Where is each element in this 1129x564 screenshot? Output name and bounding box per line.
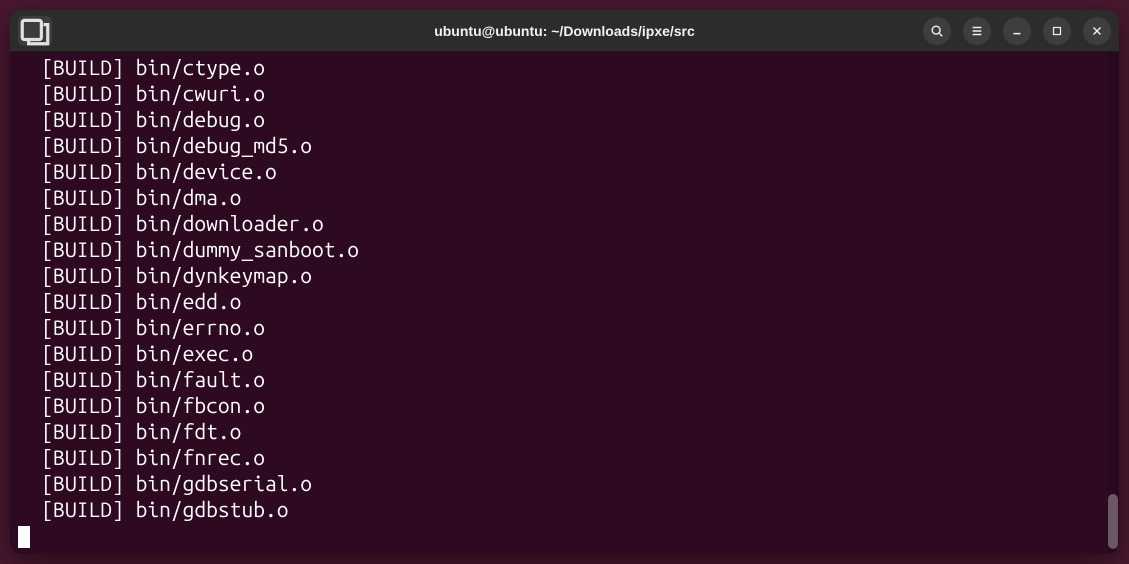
- terminal-line: [BUILD] bin/debug_md5.o: [18, 132, 1111, 158]
- terminal-window: ubuntu@ubuntu: ~/Downloads/ipxe/src: [10, 10, 1119, 554]
- terminal-line: [BUILD] bin/fnrec.o: [18, 444, 1111, 470]
- close-icon: [1090, 24, 1104, 38]
- menu-button[interactable]: [963, 17, 991, 45]
- cursor: [18, 526, 30, 548]
- terminal-line: [BUILD] bin/exec.o: [18, 340, 1111, 366]
- close-button[interactable]: [1083, 17, 1111, 45]
- terminal-line: [BUILD] bin/fdt.o: [18, 418, 1111, 444]
- search-icon: [930, 24, 944, 38]
- scrollbar-thumb[interactable]: [1108, 494, 1118, 549]
- maximize-icon: [1050, 24, 1064, 38]
- terminal-body[interactable]: [BUILD] bin/ctype.o [BUILD] bin/cwuri.o …: [10, 52, 1119, 554]
- new-tab-button[interactable]: [18, 16, 52, 46]
- terminal-line: [BUILD] bin/dynkeymap.o: [18, 262, 1111, 288]
- search-button[interactable]: [923, 17, 951, 45]
- terminal-line: [BUILD] bin/errno.o: [18, 314, 1111, 340]
- hamburger-icon: [970, 24, 984, 38]
- titlebar-controls: [923, 17, 1111, 45]
- titlebar: ubuntu@ubuntu: ~/Downloads/ipxe/src: [10, 10, 1119, 52]
- terminal-line: [BUILD] bin/gdbserial.o: [18, 470, 1111, 496]
- terminal-line: [BUILD] bin/dummy_sanboot.o: [18, 236, 1111, 262]
- terminal-line: [BUILD] bin/device.o: [18, 158, 1111, 184]
- terminal-line: [BUILD] bin/edd.o: [18, 288, 1111, 314]
- terminal-line: [BUILD] bin/fbcon.o: [18, 392, 1111, 418]
- terminal-line: [BUILD] bin/gdbstub.o: [18, 496, 1111, 522]
- terminal-line: [BUILD] bin/downloader.o: [18, 210, 1111, 236]
- terminal-line: [BUILD] bin/ctype.o: [18, 54, 1111, 80]
- terminal-line: [BUILD] bin/dma.o: [18, 184, 1111, 210]
- new-tab-icon: [18, 14, 52, 48]
- terminal-line: [BUILD] bin/fault.o: [18, 366, 1111, 392]
- scrollbar-track[interactable]: [1107, 52, 1119, 554]
- terminal-cursor-line: [18, 522, 1111, 548]
- terminal-line: [BUILD] bin/cwuri.o: [18, 80, 1111, 106]
- minimize-icon: [1010, 24, 1024, 38]
- minimize-button[interactable]: [1003, 17, 1031, 45]
- maximize-button[interactable]: [1043, 17, 1071, 45]
- terminal-line: [BUILD] bin/debug.o: [18, 106, 1111, 132]
